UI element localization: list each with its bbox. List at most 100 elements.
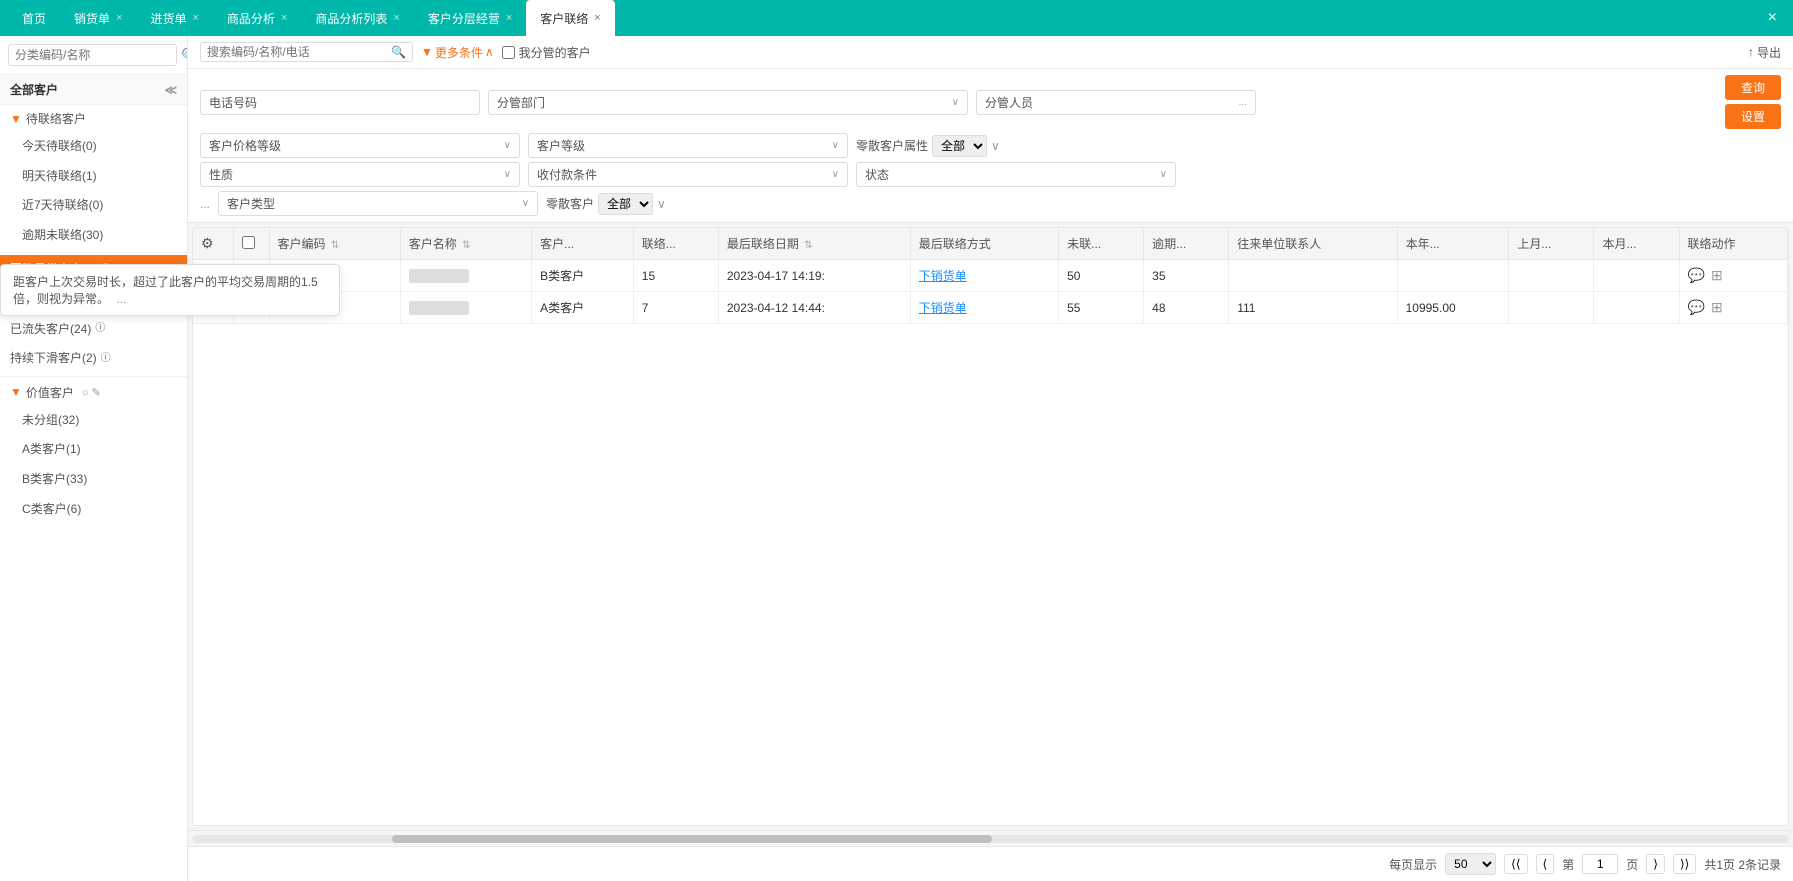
- sidebar-item-continuous-decline[interactable]: 持续下滑客户(2) ⓘ: [0, 344, 187, 374]
- sort-icon[interactable]: ⇅: [804, 240, 812, 251]
- nav-sales-order[interactable]: 销货单 ×: [60, 0, 136, 36]
- customer-level-field[interactable]: 客户等级 ∨: [528, 133, 848, 158]
- retail-customer-select[interactable]: 全部 是 否: [598, 193, 653, 215]
- grid-icon[interactable]: ⊞: [1711, 299, 1723, 316]
- pagination-bar: 每页显示 50 10 20 100 ⟨⟨ ⟨ 第 页 ⟩ ⟩⟩ 共1页 2条记录: [188, 846, 1793, 881]
- phone-field[interactable]: 电话号码: [200, 90, 480, 115]
- export-icon: ↑: [1748, 45, 1754, 59]
- nav-product-analysis-list[interactable]: 商品分析列表 ×: [301, 0, 413, 36]
- close-icon[interactable]: ×: [116, 12, 122, 24]
- search-icon[interactable]: 🔍: [181, 47, 188, 64]
- blurred-name: [409, 301, 469, 315]
- prev-page-button[interactable]: ⟨: [1536, 854, 1555, 874]
- last-page-button[interactable]: ⟩⟩: [1673, 854, 1696, 874]
- my-customer-label: 我分管的客户: [519, 44, 591, 61]
- page-label: 第: [1562, 856, 1574, 873]
- search-input[interactable]: [207, 45, 387, 59]
- retail-attr-select[interactable]: 全部 是 否: [932, 135, 987, 157]
- table-row: 2 000031 A类客户 7 2023-04-12 14:44: 下销货单 5…: [193, 292, 1788, 324]
- first-page-button[interactable]: ⟨⟨: [1504, 854, 1527, 874]
- retail-attr-wrap: 零散客户属性 全部 是 否 ∨: [856, 135, 1000, 157]
- sidebar-item-a-class[interactable]: A类客户(1): [0, 435, 187, 465]
- scroll-thumb[interactable]: [392, 835, 992, 843]
- close-icon[interactable]: ×: [506, 12, 512, 24]
- sidebar-search-input[interactable]: [8, 44, 177, 66]
- filter-bar: 🔍 ▼ 更多条件 ∧ 我分管的客户 ↑ 导出: [188, 36, 1793, 69]
- info-icon: ⓘ: [101, 350, 111, 368]
- col-action: 联络动作: [1679, 228, 1788, 260]
- col-current-month: 本月...: [1594, 228, 1679, 260]
- col-code: 客户编码 ⇅: [269, 228, 400, 260]
- close-icon[interactable]: ×: [594, 12, 600, 24]
- table-settings-icon[interactable]: ⚙: [201, 235, 214, 251]
- horizontal-scrollbar[interactable]: [188, 830, 1793, 846]
- row-last-month: [1509, 292, 1594, 324]
- gender-field[interactable]: 性质 ∨: [200, 162, 520, 187]
- more-conditions-btn[interactable]: ▼ 更多条件 ∧: [421, 44, 494, 61]
- nav-product-analysis[interactable]: 商品分析 ×: [213, 0, 301, 36]
- query-button[interactable]: 查询: [1725, 75, 1781, 100]
- nav-purchase-order[interactable]: 进货单 ×: [136, 0, 212, 36]
- export-button[interactable]: ↑ 导出: [1748, 44, 1781, 61]
- sort-icon[interactable]: ⇅: [462, 240, 470, 251]
- arrow-icon: ▼: [10, 112, 22, 126]
- search-icon[interactable]: 🔍: [391, 45, 406, 59]
- chat-icon[interactable]: 💬: [1688, 299, 1705, 316]
- window-close-button[interactable]: ×: [1760, 9, 1785, 27]
- tooltip-box: 距客户上次交易时长，超过了此客户的平均交易周期的1.5倍，则视为异常。 ...: [0, 264, 340, 316]
- next-page-button[interactable]: ⟩: [1646, 854, 1665, 874]
- arrow-icon: ▼: [10, 385, 22, 399]
- page-label-suffix: 页: [1626, 856, 1638, 873]
- pending-contact-group[interactable]: ▼ 待联络客户: [0, 105, 187, 132]
- filter-row-2: 客户价格等级 ∨ 客户等级 ∨ 零散客户属性 全部 是 否 ∨: [200, 133, 1781, 158]
- tooltip-more[interactable]: ...: [116, 292, 126, 306]
- page-size-select[interactable]: 50 10 20 100: [1445, 853, 1496, 875]
- row-contact-count: 7: [633, 292, 718, 324]
- payment-field[interactable]: 收付款条件 ∨: [528, 162, 848, 187]
- filter-row-4: ... 客户类型 ∨ 零散客户 全部 是 否 ∨: [200, 191, 1781, 216]
- page-input[interactable]: [1582, 854, 1618, 874]
- more-link[interactable]: ...: [200, 197, 210, 211]
- close-icon[interactable]: ×: [281, 12, 287, 24]
- sidebar-item-today[interactable]: 今天待联络(0): [0, 132, 187, 162]
- sidebar-item-already-lost[interactable]: 已流失客户(24) ⓘ: [0, 315, 187, 345]
- scroll-track: [192, 835, 1789, 843]
- sidebar-item-tomorrow[interactable]: 明天待联络(1): [0, 162, 187, 192]
- branch-person-field[interactable]: 分管人员 ...: [976, 90, 1256, 115]
- sort-icon[interactable]: ⇅: [331, 240, 339, 251]
- chevron-down-icon: ∨: [657, 197, 666, 211]
- main-content: 🔍 ▼ 更多条件 ∧ 我分管的客户 ↑ 导出 电话号码: [188, 36, 1793, 881]
- row-type: A类客户: [532, 292, 634, 324]
- row-overdue: 48: [1144, 292, 1229, 324]
- customer-type-field[interactable]: 客户类型 ∨: [218, 191, 538, 216]
- nav-home[interactable]: 首页: [8, 0, 60, 36]
- value-customer-group[interactable]: ▼ 价值客户 ○ ✎: [0, 379, 187, 406]
- col-overdue: 逾期...: [1144, 228, 1229, 260]
- chat-icon[interactable]: 💬: [1688, 267, 1705, 284]
- close-icon[interactable]: ×: [393, 12, 399, 24]
- settings-button[interactable]: 设置: [1725, 104, 1781, 129]
- search-wrap: 🔍: [200, 42, 413, 62]
- total-records-label: 共1页 2条记录: [1704, 856, 1781, 873]
- branch-dept-field[interactable]: 分管部门 ∨: [488, 90, 968, 115]
- sidebar-item-c-class[interactable]: C类客户(6): [0, 495, 187, 525]
- status-field[interactable]: 状态 ∨: [856, 162, 1176, 187]
- sidebar-item-b-class[interactable]: B类客户(33): [0, 465, 187, 495]
- collapse-icon[interactable]: ≪: [164, 83, 177, 97]
- row-last-date: 2023-04-17 14:19:: [718, 260, 910, 292]
- col-current-year: 本年...: [1397, 228, 1509, 260]
- sidebar-item-7days[interactable]: 近7天待联络(0): [0, 191, 187, 221]
- col-last-contact-method: 最后联络方式: [910, 228, 1058, 260]
- customer-price-level-field[interactable]: 客户价格等级 ∨: [200, 133, 520, 158]
- sidebar-item-ungroup[interactable]: 未分组(32): [0, 406, 187, 436]
- row-not-contacted: 50: [1059, 260, 1144, 292]
- nav-customer-contact[interactable]: 客户联络 ×: [526, 0, 614, 36]
- row-last-method: 下销货单: [910, 260, 1058, 292]
- grid-icon[interactable]: ⊞: [1711, 267, 1723, 284]
- close-icon[interactable]: ×: [192, 12, 198, 24]
- col-last-month: 上月...: [1509, 228, 1594, 260]
- sidebar-item-overdue[interactable]: 逾期未联络(30): [0, 221, 187, 251]
- nav-customer-layered[interactable]: 客户分层经营 ×: [414, 0, 526, 36]
- my-customer-checkbox[interactable]: [502, 46, 515, 59]
- select-all-checkbox[interactable]: [242, 236, 255, 249]
